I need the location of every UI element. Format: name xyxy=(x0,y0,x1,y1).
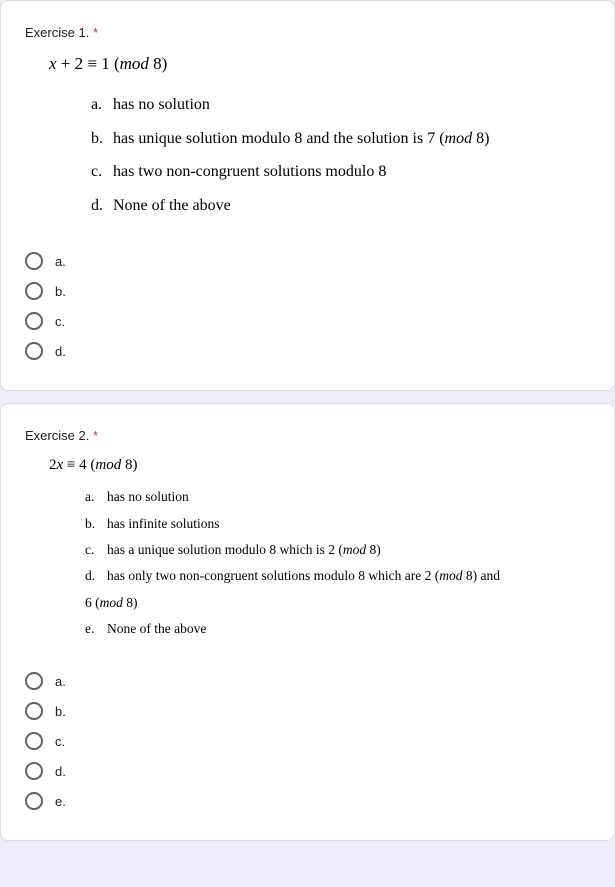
choice-letter: d. xyxy=(85,563,107,589)
radio-option-a[interactable]: a. xyxy=(25,666,590,696)
choice-text: 6 (mod 8) xyxy=(85,595,138,610)
radio-icon xyxy=(25,282,43,300)
choice-text: has only two non-congruent solutions mod… xyxy=(107,568,500,583)
question-body-2: 2x ≡ 4 (mod 8) a.has no solution b.has i… xyxy=(49,457,590,642)
choice-item-continuation: 6 (mod 8) xyxy=(79,590,590,616)
radio-label: b. xyxy=(55,284,66,299)
choice-letter: b. xyxy=(85,511,107,537)
choice-letter: c. xyxy=(91,155,113,189)
radio-icon xyxy=(25,672,43,690)
radio-option-b[interactable]: b. xyxy=(25,276,590,306)
exercise-card-2: Exercise 2. * 2x ≡ 4 (mod 8) a.has no so… xyxy=(0,403,615,841)
radio-icon xyxy=(25,732,43,750)
radio-icon xyxy=(25,702,43,720)
radio-label: d. xyxy=(55,344,66,359)
choice-text: has no solution xyxy=(113,96,210,113)
choices-list-2: a.has no solution b.has infinite solutio… xyxy=(49,484,590,642)
radio-option-d[interactable]: d. xyxy=(25,756,590,786)
radio-label: a. xyxy=(55,254,66,269)
radio-icon xyxy=(25,762,43,780)
required-indicator: * xyxy=(93,25,98,40)
choice-text: has no solution xyxy=(107,489,189,504)
radio-option-c[interactable]: c. xyxy=(25,726,590,756)
choice-letter: e. xyxy=(85,616,107,642)
choice-item: c.has a unique solution modulo 8 which i… xyxy=(79,537,590,563)
choice-letter: d. xyxy=(91,189,113,223)
choice-item: b.has infinite solutions xyxy=(79,511,590,537)
radio-icon xyxy=(25,252,43,270)
exercise-2-title-text: Exercise 2. xyxy=(25,428,89,443)
radio-label: a. xyxy=(55,674,66,689)
choice-letter: a. xyxy=(91,88,113,122)
expression-2: 2x ≡ 4 (mod 8) xyxy=(49,457,590,474)
expression-1: x + 2 ≡ 1 (mod 8) xyxy=(49,54,590,74)
choice-item: d.None of the above xyxy=(83,189,590,223)
choice-item: b.has unique solution modulo 8 and the s… xyxy=(83,122,590,156)
radio-option-d[interactable]: d. xyxy=(25,336,590,366)
radio-label: d. xyxy=(55,764,66,779)
choice-text: None of the above xyxy=(113,197,231,214)
radio-option-e[interactable]: e. xyxy=(25,786,590,816)
choice-letter: a. xyxy=(85,484,107,510)
radio-label: b. xyxy=(55,704,66,719)
radio-option-c[interactable]: c. xyxy=(25,306,590,336)
choice-item: c.has two non-congruent solutions modulo… xyxy=(83,155,590,189)
choice-item: a.has no solution xyxy=(83,88,590,122)
radio-label: c. xyxy=(55,734,65,749)
required-indicator: * xyxy=(93,428,98,443)
choice-letter: b. xyxy=(91,122,113,156)
radio-label: e. xyxy=(55,794,66,809)
choice-text: has infinite solutions xyxy=(107,516,220,531)
exercise-1-title: Exercise 1. * xyxy=(25,25,590,40)
question-body-1: x + 2 ≡ 1 (mod 8) a.has no solution b.ha… xyxy=(49,54,590,222)
radio-option-a[interactable]: a. xyxy=(25,246,590,276)
choice-item: e.None of the above xyxy=(79,616,590,642)
exercise-card-1: Exercise 1. * x + 2 ≡ 1 (mod 8) a.has no… xyxy=(0,0,615,391)
answer-options-1: a. b. c. d. xyxy=(25,246,590,366)
radio-label: c. xyxy=(55,314,65,329)
exercise-2-title: Exercise 2. * xyxy=(25,428,590,443)
radio-icon xyxy=(25,312,43,330)
answer-options-2: a. b. c. d. e. xyxy=(25,666,590,816)
choice-item: d.has only two non-congruent solutions m… xyxy=(79,563,590,589)
choices-list-1: a.has no solution b.has unique solution … xyxy=(49,88,590,222)
choice-text: has two non-congruent solutions modulo 8 xyxy=(113,163,386,180)
radio-icon xyxy=(25,342,43,360)
choice-text: None of the above xyxy=(107,621,206,636)
choice-letter: c. xyxy=(85,537,107,563)
choice-text: has a unique solution modulo 8 which is … xyxy=(107,542,381,557)
radio-option-b[interactable]: b. xyxy=(25,696,590,726)
exercise-1-title-text: Exercise 1. xyxy=(25,25,89,40)
radio-icon xyxy=(25,792,43,810)
choice-item: a.has no solution xyxy=(79,484,590,510)
choice-text: has unique solution modulo 8 and the sol… xyxy=(113,130,489,147)
